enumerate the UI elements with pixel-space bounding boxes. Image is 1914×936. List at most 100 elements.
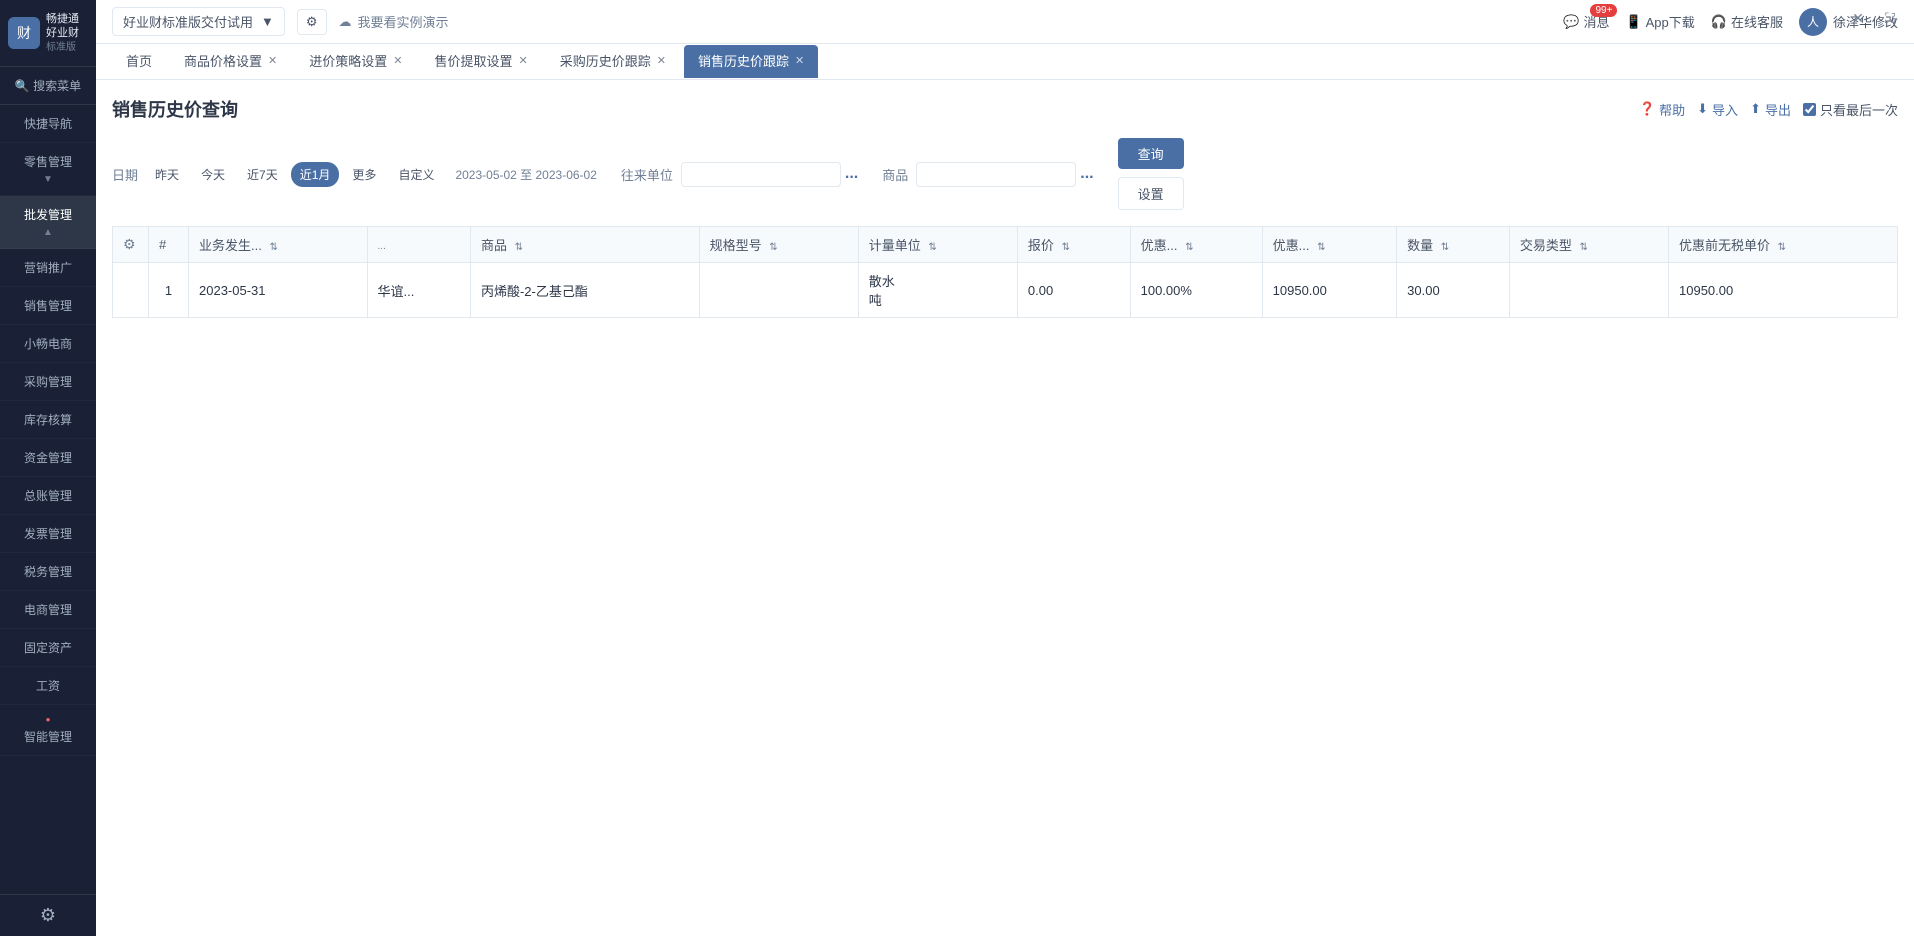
sidebar-item-smart[interactable]: 智能管理 xyxy=(0,705,96,756)
table-header: ⚙ # 业务发生... ⇅ ... 商品 ⇅ xyxy=(113,227,1898,263)
retail-label: 零售管理 xyxy=(24,153,72,170)
sidebar-item-ecom-small[interactable]: 小畅电商 xyxy=(0,325,96,363)
sidebar-item-assets[interactable]: 固定资产 xyxy=(0,629,96,667)
row-qty-cell: 30.00 xyxy=(1397,263,1510,318)
sidebar-item-stock[interactable]: 库存核算 xyxy=(0,401,96,439)
settings-icon-btn[interactable]: ⚙ xyxy=(297,9,327,35)
tax-label: 税务管理 xyxy=(24,563,72,580)
sidebar-item-tax[interactable]: 税务管理 xyxy=(0,553,96,591)
table-body: 1 2023-05-31 华谊... 丙烯酸-2-乙基己酯 散水 吨 0.00 … xyxy=(113,263,1898,318)
tab-sale-history[interactable]: 销售历史价跟踪 ✕ xyxy=(684,45,818,78)
tab-sale-price-close[interactable]: ✕ xyxy=(519,54,528,67)
sort-icon-unit: ⇅ xyxy=(928,242,936,253)
tab-sale-history-label: 销售历史价跟踪 xyxy=(698,51,789,70)
date-btn-custom[interactable]: 自定义 xyxy=(389,162,443,187)
source-unit-dots[interactable]: ... xyxy=(845,165,858,183)
gear-icon: ⚙ xyxy=(306,14,318,30)
content: 销售历史价查询 ❓ 帮助 ⬇ 导入 ⬆ 导出 xyxy=(96,80,1914,936)
tab-purchase-history[interactable]: 采购历史价跟踪 ✕ xyxy=(546,45,680,78)
sidebar: 财 畅捷通好业财 标准版 🔍 搜索菜单 快捷导航 零售管理 ▼ 批发管理 ▲ 营… xyxy=(0,0,96,936)
demo-link[interactable]: ☁ 我要看实例演示 xyxy=(339,12,449,31)
close-tab-btn[interactable]: ✕ xyxy=(1842,2,1874,34)
tab-product-price[interactable]: 商品价格设置 ✕ xyxy=(170,45,291,78)
product-input[interactable] xyxy=(916,162,1076,187)
tab-purchase-history-close[interactable]: ✕ xyxy=(657,54,666,67)
col-qty-header[interactable]: 数量 ⇅ xyxy=(1397,227,1510,263)
date-btn-1month[interactable]: 近1月 xyxy=(291,162,340,187)
source-unit-filter-group: 往来单位 ... xyxy=(621,162,858,187)
sidebar-settings-icon[interactable]: ⚙ xyxy=(0,894,96,936)
date-btn-yesterday[interactable]: 昨天 xyxy=(146,162,188,187)
col-discount2-header[interactable]: 优惠... ⇅ xyxy=(1262,227,1397,263)
col-product-header[interactable]: 商品 ⇅ xyxy=(470,227,699,263)
tab-home[interactable]: 首页 xyxy=(112,45,166,78)
logo-icon: 财 xyxy=(8,17,40,49)
only-last-checkbox-label[interactable]: 只看最后一次 xyxy=(1803,100,1898,119)
col-trade-type-header[interactable]: 交易类型 ⇅ xyxy=(1509,227,1668,263)
date-btn-more[interactable]: 更多 xyxy=(343,162,385,187)
date-buttons: 昨天 今天 近7天 近1月 更多 自定义 xyxy=(146,162,443,187)
tab-purchase-strategy-label: 进价策略设置 xyxy=(309,51,387,70)
date-btn-today[interactable]: 今天 xyxy=(192,162,234,187)
tab-sale-price-label: 售价提取设置 xyxy=(434,51,512,70)
row-biz-date-cell: 2023-05-31 xyxy=(189,263,368,318)
app-download-btn[interactable]: 📱 App下载 xyxy=(1625,12,1694,31)
quick-nav-label: 快捷导航 xyxy=(24,115,72,132)
sidebar-item-sales[interactable]: 销售管理 xyxy=(0,287,96,325)
sort-icon: ⇅ xyxy=(269,242,277,253)
topbar: 好业财标准版交付试用 ▼ ⚙ ☁ 我要看实例演示 💬 消息 99+ 📱 App下… xyxy=(96,0,1914,44)
sidebar-item-invoice[interactable]: 发票管理 xyxy=(0,515,96,553)
row-discount2-cell: 10950.00 xyxy=(1262,263,1397,318)
sidebar-item-ledger[interactable]: 总账管理 xyxy=(0,477,96,515)
sidebar-item-wholesale[interactable]: 批发管理 ▲ xyxy=(0,196,96,249)
sales-label: 销售管理 xyxy=(24,297,72,314)
source-unit-input[interactable] xyxy=(681,162,841,187)
sidebar-item-retail[interactable]: 零售管理 ▼ xyxy=(0,143,96,196)
col-pretax-price-header[interactable]: 优惠前无税单价 ⇅ xyxy=(1669,227,1898,263)
version-selector[interactable]: 好业财标准版交付试用 ▼ xyxy=(112,7,285,36)
col-price-header[interactable]: 报价 ⇅ xyxy=(1017,227,1130,263)
tabs-bar: 首页 商品价格设置 ✕ 进价策略设置 ✕ 售价提取设置 ✕ 采购历史价跟踪 ✕ … xyxy=(96,44,1914,80)
col-gear-header[interactable]: ⚙ xyxy=(113,227,149,263)
help-link[interactable]: ❓ 帮助 xyxy=(1639,100,1685,119)
col-biz-date-header[interactable]: 业务发生... ⇅ xyxy=(189,227,368,263)
avatar: 人 xyxy=(1799,8,1827,36)
maximize-btn[interactable]: ⛶ xyxy=(1874,2,1906,34)
assets-label: 固定资产 xyxy=(24,639,72,656)
sidebar-item-payroll[interactable]: 工资 xyxy=(0,667,96,705)
export-link[interactable]: ⬆ 导出 xyxy=(1750,100,1791,119)
stock-label: 库存核算 xyxy=(24,411,72,428)
date-btn-7days[interactable]: 近7天 xyxy=(238,162,287,187)
chevron-down-icon: ▼ xyxy=(43,174,53,185)
sidebar-item-quick-nav[interactable]: 快捷导航 xyxy=(0,105,96,143)
import-link[interactable]: ⬇ 导入 xyxy=(1697,100,1738,119)
only-last-checkbox[interactable] xyxy=(1803,103,1816,116)
online-service-btn[interactable]: 🎧 在线客服 xyxy=(1711,12,1783,31)
tab-purchase-strategy-close[interactable]: ✕ xyxy=(393,54,402,67)
messages-btn[interactable]: 💬 消息 99+ xyxy=(1563,12,1609,31)
sidebar-item-purchase[interactable]: 采购管理 xyxy=(0,363,96,401)
query-button[interactable]: 查询 xyxy=(1118,138,1184,169)
settings-button[interactable]: 设置 xyxy=(1118,177,1184,210)
sidebar-item-marketing[interactable]: 营销推广 xyxy=(0,249,96,287)
tab-sale-price[interactable]: 售价提取设置 ✕ xyxy=(420,45,541,78)
tab-purchase-history-label: 采购历史价跟踪 xyxy=(560,51,651,70)
tab-product-price-close[interactable]: ✕ xyxy=(268,54,277,67)
table-gear-icon[interactable]: ⚙ xyxy=(123,236,136,252)
col-expand-header[interactable]: ... xyxy=(367,227,470,263)
product-dots[interactable]: ... xyxy=(1080,165,1093,183)
col-discount1-header[interactable]: 优惠... ⇅ xyxy=(1130,227,1262,263)
content-inner: 销售历史价查询 ❓ 帮助 ⬇ 导入 ⬆ 导出 xyxy=(96,80,1914,936)
sort-icon-disc1: ⇅ xyxy=(1185,242,1193,253)
col-spec-header[interactable]: 规格型号 ⇅ xyxy=(699,227,858,263)
col-unit-header[interactable]: 计量单位 ⇅ xyxy=(858,227,1017,263)
wholesale-label: 批发管理 xyxy=(24,206,72,223)
tab-purchase-strategy[interactable]: 进价策略设置 ✕ xyxy=(295,45,416,78)
sidebar-item-finance[interactable]: 资金管理 xyxy=(0,439,96,477)
sidebar-search[interactable]: 🔍 搜索菜单 xyxy=(0,67,96,105)
tab-sale-history-close[interactable]: ✕ xyxy=(795,54,804,67)
ecom-small-label: 小畅电商 xyxy=(24,335,72,352)
sidebar-item-ecom[interactable]: 电商管理 xyxy=(0,591,96,629)
expand-icon[interactable]: ... xyxy=(378,241,386,252)
main-area: 好业财标准版交付试用 ▼ ⚙ ☁ 我要看实例演示 💬 消息 99+ 📱 App下… xyxy=(96,0,1914,936)
